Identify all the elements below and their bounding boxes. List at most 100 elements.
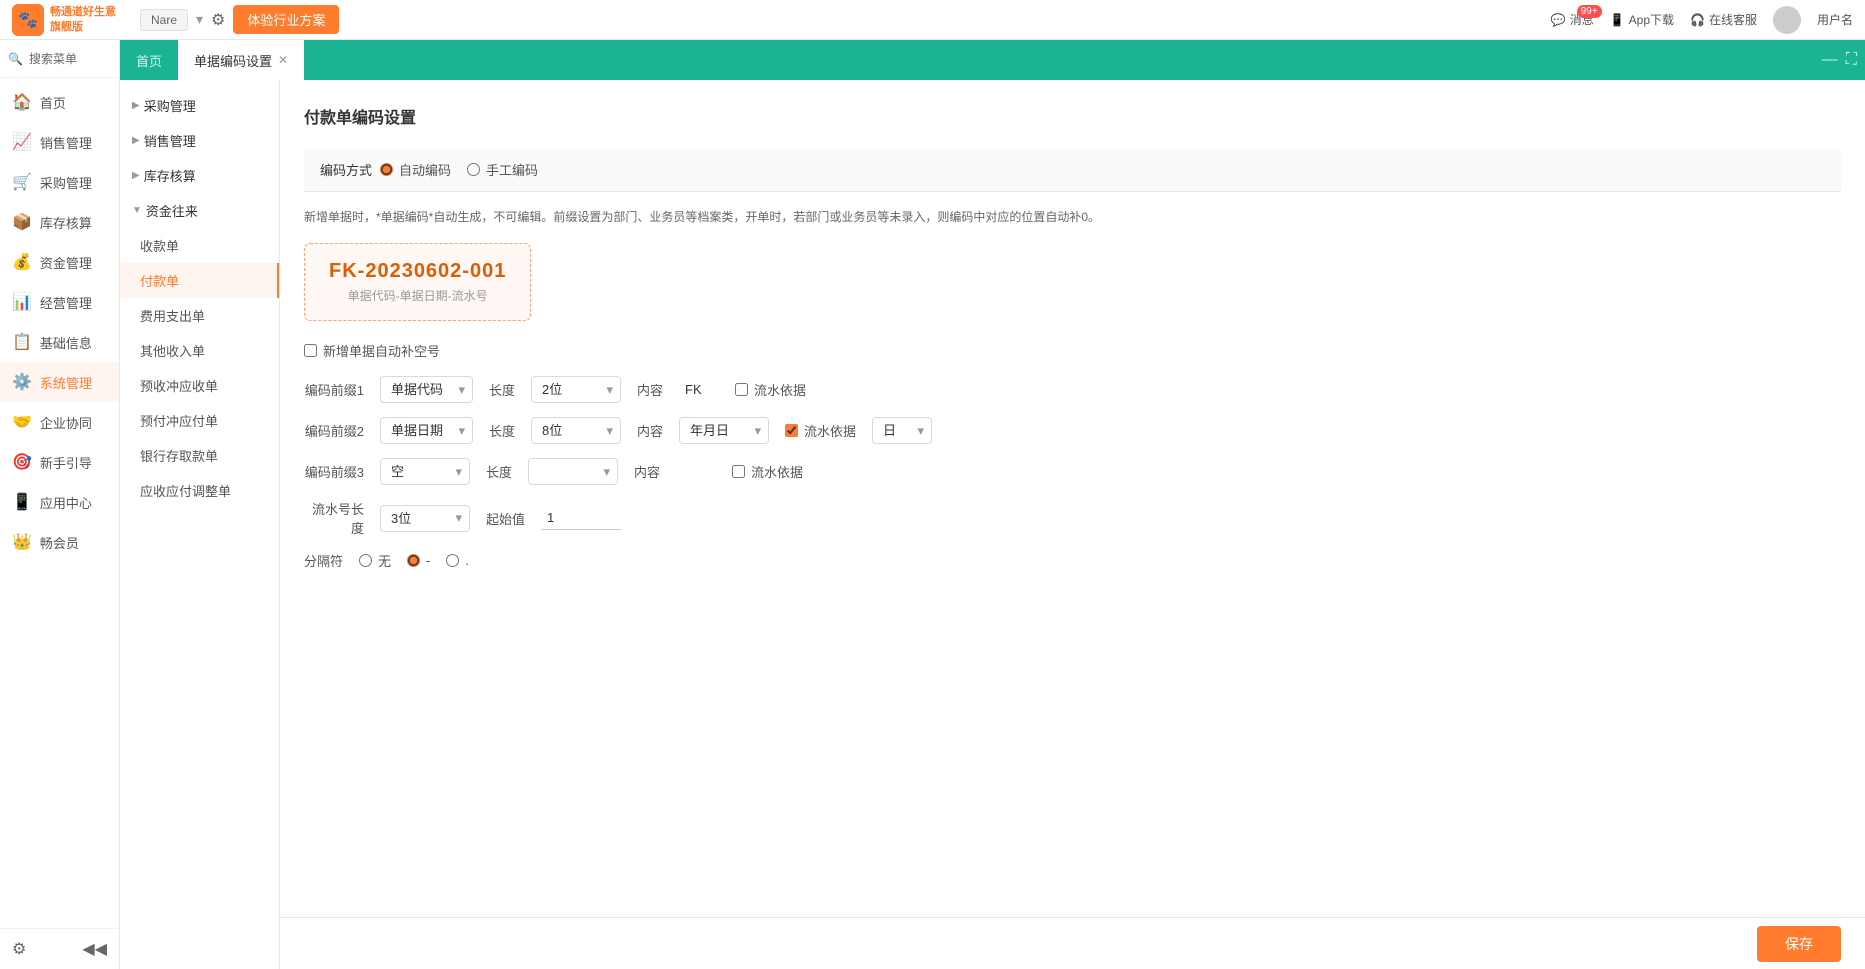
prefix3-select-wrapper: 空 [380,458,470,485]
sub-group-purchase-header[interactable]: ▶ 采购管理 [120,88,279,123]
sidebar-item-guide[interactable]: 🎯 新手引导 [0,442,119,482]
sidebar-item-inventory[interactable]: 📦 库存核算 [0,202,119,242]
sub-item-expense[interactable]: 费用支出单 [120,298,279,333]
tab-encoding[interactable]: 单据编码设置 ✕ [178,40,304,80]
company-selector[interactable]: Nare [140,9,188,31]
collapse-icon[interactable]: ◀◀ [82,939,107,959]
sidebar-item-system[interactable]: ⚙️ 系统管理 [0,362,119,402]
message-icon: 💬 [1551,13,1566,27]
settings-bottom-icon[interactable]: ⚙ [12,939,26,959]
sub-group-inventory-header[interactable]: ▶ 库存核算 [120,158,279,193]
prefix2-period-wrapper: 日 [872,417,932,444]
sidebar-item-sales[interactable]: 📈 销售管理 [0,122,119,162]
sub-item-advance-pay[interactable]: 预付冲应付单 [120,403,279,438]
serial-start-label: 起始值 [486,509,525,528]
tab-maximize-icon[interactable]: ⛶ [1846,51,1857,69]
auto-fill-checkbox[interactable] [304,344,317,357]
sub-item-reconcile[interactable]: 应收应付调整单 [120,473,279,508]
settings-icon[interactable]: ⚙ [211,10,225,30]
sidebar-item-finance[interactable]: 💰 资金管理 [0,242,119,282]
trial-button[interactable]: 体验行业方案 [233,5,339,34]
tab-home[interactable]: 首页 [120,40,178,80]
encoding-method-section: 编码方式 自动编码 手工编码 [304,148,1841,192]
chevron-down-icon: ▼ [132,205,142,216]
prefix2-select[interactable]: 单据日期 [380,417,473,444]
sidebar-item-member[interactable]: 👑 畅会员 [0,522,119,562]
message-button[interactable]: 💬 消息 99+ [1551,11,1594,28]
inventory-icon: 📦 [12,212,32,232]
download-button[interactable]: 📱 App下载 [1610,11,1674,28]
sub-group-sales: ▶ 销售管理 [120,123,279,158]
separator-dot-radio[interactable]: . [446,553,469,568]
prefix2-label: 编码前缀2 [304,421,364,440]
main-panel-wrapper: 付款单编码设置 编码方式 自动编码 手工编码 [280,80,1865,969]
prefix2-period-select[interactable]: 日 [872,417,932,444]
prefix2-content-select[interactable]: 年月日 [679,417,769,444]
prefix2-length-label: 长度 [489,421,515,440]
sub-group-inventory: ▶ 库存核算 [120,158,279,193]
separator-label: 分隔符 [304,551,343,570]
sidebar: 🔍 搜索菜单 🏠 首页 📈 销售管理 🛒 采购管理 📦 库存核算 💰 [0,40,120,969]
sub-item-bank-deposit[interactable]: 银行存取款单 [120,438,279,473]
top-bar: 🐾 畅通道好生意 旗舰版 Nare ▾ ⚙ 体验行业方案 💬 消息 99+ 📱 … [0,0,1865,40]
company-chevron-icon[interactable]: ▾ [196,11,203,28]
service-button[interactable]: 🎧 在线客服 [1690,11,1757,28]
separator-dash-radio[interactable]: - [407,553,430,568]
prefix2-row: 编码前缀2 单据日期 长度 8位 内容 [304,417,1841,444]
sidebar-item-enterprise[interactable]: 🤝 企业协同 [0,402,119,442]
username[interactable]: 用户名 [1817,11,1853,28]
tab-close-icon[interactable]: ✕ [278,53,288,67]
sub-item-receipt[interactable]: 收款单 [120,228,279,263]
sidebar-item-home[interactable]: 🏠 首页 [0,82,119,122]
top-bar-right: 💬 消息 99+ 📱 App下载 🎧 在线客服 用户名 [1551,6,1853,34]
manual-encoding-radio[interactable]: 手工编码 [467,160,538,179]
inner-layout: ▶ 采购管理 ▶ 销售管理 ▶ 库存核算 [120,80,1865,969]
save-button[interactable]: 保存 [1757,926,1841,962]
sidebar-item-basic[interactable]: 📋 基础信息 [0,322,119,362]
prefix3-content-label: 内容 [634,462,660,481]
prefix2-length-select[interactable]: 8位 [531,417,621,444]
logo-icon: 🐾 [12,4,44,36]
sidebar-search[interactable]: 🔍 搜索菜单 [0,40,119,78]
purchase-icon: 🛒 [12,172,32,192]
prefix3-stream-checkbox[interactable] [732,465,745,478]
prefix1-stream-checkbox[interactable] [735,383,748,396]
bottom-bar: 保存 [280,917,1865,969]
prefix3-row: 编码前缀3 空 长度 内容 [304,458,1841,485]
tab-minimize-icon[interactable]: — [1822,51,1838,69]
sidebar-item-purchase[interactable]: 🛒 采购管理 [0,162,119,202]
prefix1-stream: 流水依据 [735,380,806,399]
auto-fill-label: 新增单据自动补空号 [323,341,440,360]
serial-length-wrapper: 3位 [380,505,470,532]
prefix3-select[interactable]: 空 [380,458,470,485]
avatar[interactable] [1773,6,1801,34]
sub-item-payment[interactable]: 付款单 [120,263,279,298]
sub-item-income[interactable]: 其他收入单 [120,333,279,368]
sub-item-advance-payable[interactable]: 预收冲应收单 [120,368,279,403]
prefix1-row: 编码前缀1 单据代码 长度 2位 内容 [304,376,1841,403]
chevron-right-icon: ▶ [132,135,140,146]
separator-row: 分隔符 无 - . [304,551,1841,570]
serial-length-label: 流水号长度 [304,499,364,537]
prefix3-length-select[interactable] [528,458,618,485]
separator-none-radio[interactable]: 无 [359,551,391,570]
prefix1-select[interactable]: 单据代码 [380,376,473,403]
auto-encoding-radio[interactable]: 自动编码 [380,160,451,179]
sidebar-item-apps[interactable]: 📱 应用中心 [0,482,119,522]
prefix1-select-wrapper: 单据代码 [380,376,473,403]
serial-length-select[interactable]: 3位 [380,505,470,532]
serial-start-input[interactable] [541,506,621,530]
prefix2-content-label: 内容 [637,421,663,440]
sub-group-capital-header[interactable]: ▼ 资金往来 [120,193,279,228]
sub-group-sales-header[interactable]: ▶ 销售管理 [120,123,279,158]
sidebar-nav: 🏠 首页 📈 销售管理 🛒 采购管理 📦 库存核算 💰 资金管理 📊 经 [0,78,119,928]
content-area: 首页 单据编码设置 ✕ — ⛶ ▶ 采购管理 [120,40,1865,969]
prefix2-stream-checkbox[interactable] [785,424,798,437]
page-title: 付款单编码设置 [304,104,1841,128]
sidebar-item-operations[interactable]: 📊 经营管理 [0,282,119,322]
sub-group-capital: ▼ 资金往来 收款单 付款单 费用支出单 其他收入单 预收冲应收单 预付冲应付单… [120,193,279,508]
prefix3-length-label: 长度 [486,462,512,481]
guide-icon: 🎯 [12,452,32,472]
chevron-right-icon: ▶ [132,100,140,111]
prefix1-length-select[interactable]: 2位 [531,376,621,403]
